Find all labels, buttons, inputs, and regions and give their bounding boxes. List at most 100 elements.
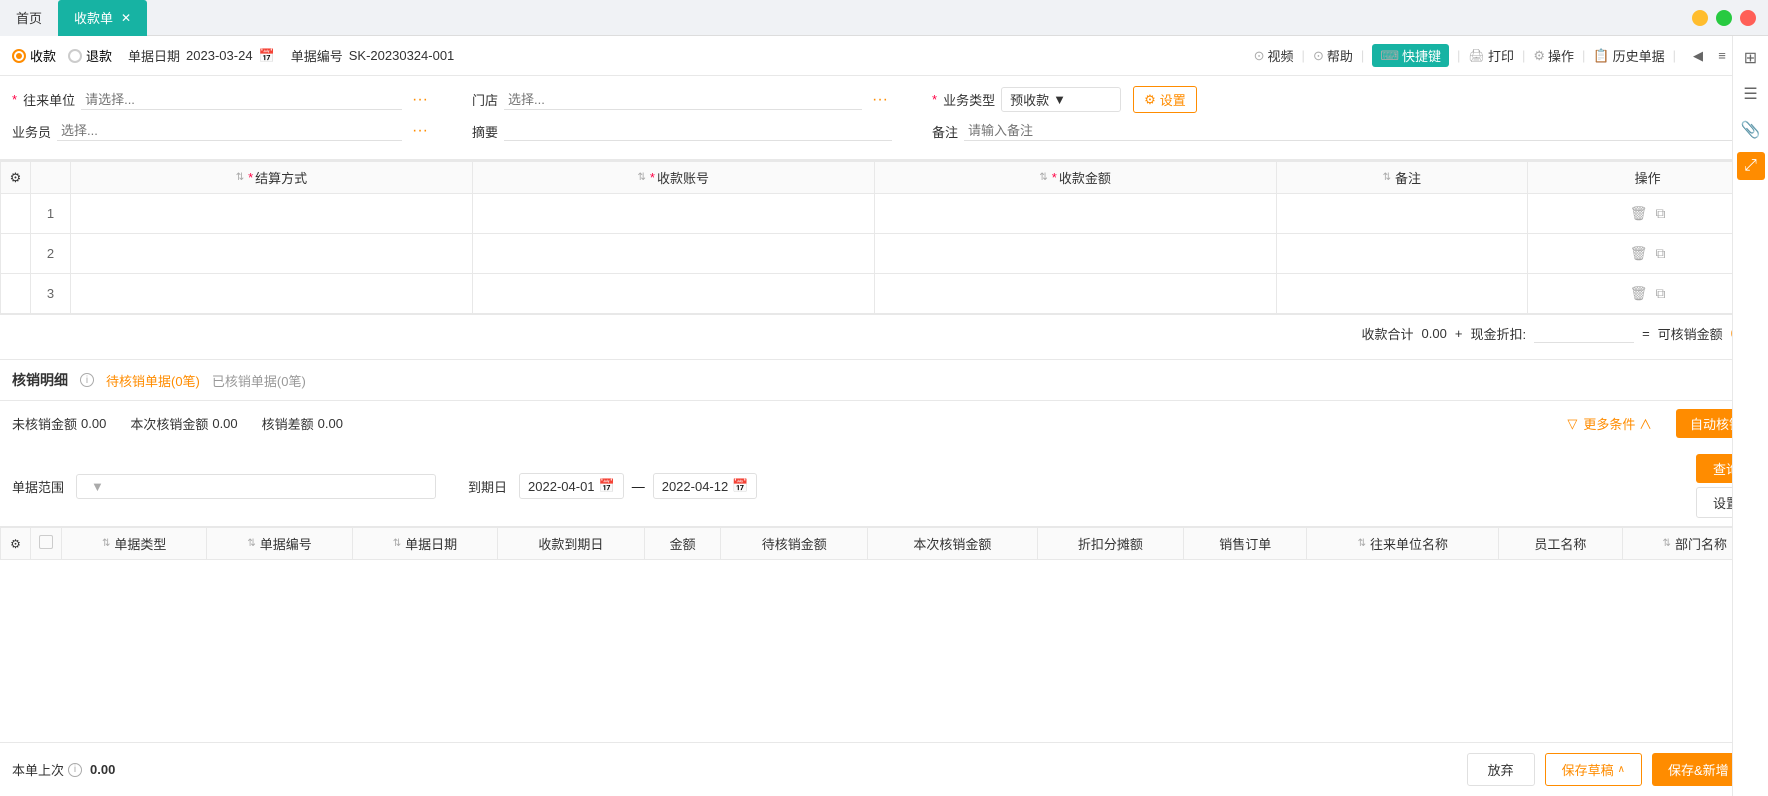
counterpart-more-button[interactable]: ··· [408, 91, 432, 109]
refund-radio[interactable]: 退款 [68, 46, 112, 65]
sidebar-expand-icon[interactable]: ⤢ [1737, 152, 1765, 180]
table-row: 2 🗑 ⧉ [1, 234, 1768, 274]
window-close-button[interactable] [1740, 10, 1756, 26]
calendar-icon[interactable]: 📅 [259, 48, 275, 64]
top-toolbar: 收款 退款 单据日期 2023-03-24 📅 单据编号 SK-20230324… [0, 36, 1768, 76]
shortcut-link[interactable]: ⌨ 快捷键 [1372, 44, 1449, 67]
pending-tab[interactable]: 待核销单据(0笔) [106, 371, 200, 390]
date-value: 2023-03-24 [186, 48, 253, 63]
summary-row: 收款合计 0.00 + 现金折扣: = 可核销金额 0.00 [0, 314, 1768, 351]
date-field: 单据日期 2023-03-24 📅 [128, 46, 275, 65]
business-type-select[interactable]: 预收款 ▼ [1001, 87, 1121, 112]
sidebar-list-icon[interactable]: ☰ [1737, 80, 1765, 108]
calendar-icon: 📅 [732, 478, 748, 494]
store-more-button[interactable]: ··· [868, 91, 892, 109]
history-link[interactable]: 📋 历史单据 [1593, 46, 1664, 65]
counterpart-field: * 往来单位 ··· [12, 90, 432, 110]
abandon-button[interactable]: 放弃 [1467, 753, 1535, 786]
remark-input[interactable] [964, 121, 1756, 141]
verification-section: 核销明细 i 待核销单据(0笔) 已核销单据(0笔) 未核销金额 0.00 本次… [0, 359, 1768, 560]
select-all-checkbox[interactable] [39, 535, 53, 549]
main-area: 收款 退款 单据日期 2023-03-24 📅 单据编号 SK-20230324… [0, 36, 1768, 796]
store-input[interactable] [504, 90, 862, 110]
col-num [31, 162, 71, 194]
done-tab[interactable]: 已核销单据(0笔) [212, 371, 306, 390]
select-all-cell[interactable] [31, 528, 62, 560]
discount-label: 现金折扣: [1470, 324, 1526, 343]
video-link[interactable]: ⊙ 视频 [1254, 46, 1294, 65]
diff-stat: 核销差额 0.00 [262, 414, 343, 433]
sidebar-table-icon[interactable]: ⊞ [1737, 44, 1765, 72]
tab-home[interactable]: 首页 [0, 0, 58, 36]
date-to-field[interactable]: 2022-04-12 📅 [653, 473, 758, 499]
help-icon: ⊙ [1313, 48, 1324, 64]
col-pending-amount: 待核销金额 [721, 528, 867, 560]
number-field: 单据编号 SK-20230324-001 [291, 46, 455, 65]
footer-actions: 放弃 保存草稿 ∧ 保存&新增 ∧ [1467, 753, 1756, 786]
more-conditions-button[interactable]: ▽ 更多条件 ∧ [1567, 414, 1652, 433]
col-employee: 员工名称 [1499, 528, 1622, 560]
form-row-1: * 往来单位 ··· 门店 ··· * 业务类型 预收款 ▼ [12, 86, 1756, 113]
staff-more-button[interactable]: ··· [408, 122, 432, 140]
total-label: 收款合计 [1362, 324, 1414, 343]
shortcut-icon: ⌨ [1380, 48, 1399, 64]
section-title: 核销明细 [12, 370, 68, 390]
layout-list-icon[interactable]: ≡ [1712, 46, 1732, 66]
verification-header: 核销明细 i 待核销单据(0笔) 已核销单据(0笔) [0, 360, 1768, 401]
copy-icon[interactable]: ⧉ [1655, 285, 1665, 302]
staff-field: 业务员 ··· [12, 121, 432, 141]
form-area: * 往来单位 ··· 门店 ··· * 业务类型 预收款 ▼ [0, 76, 1768, 160]
copy-icon[interactable]: ⧉ [1655, 245, 1665, 262]
receipt-refund-radio: 收款 退款 [12, 46, 112, 65]
delete-icon[interactable]: 🗑 [1630, 245, 1648, 262]
filter-row: 单据范围 ▼ 到期日 2022-04-01 📅 — 2022-04-12 📅 查… [0, 446, 1768, 527]
receipt-radio[interactable]: 收款 [12, 46, 56, 65]
operations-icon: ⚙ [1533, 48, 1545, 64]
unchecked-stat: 未核销金额 0.00 [12, 414, 106, 433]
tab-close-icon[interactable]: ✕ [121, 11, 131, 25]
refund-radio-circle [68, 49, 82, 63]
sidebar-attachment-icon[interactable]: 📎 [1737, 116, 1765, 144]
col-remark: ⇅ 备注 [1276, 162, 1528, 194]
store-field: 门店 ··· [472, 90, 892, 110]
print-link[interactable]: 🖨 打印 [1468, 46, 1514, 65]
staff-input[interactable] [57, 121, 402, 141]
gear-icon: ⚙ [1144, 92, 1156, 108]
bottom-table-settings-icon[interactable]: ⚙ [1, 528, 31, 560]
total-value: 0.00 [1422, 326, 1447, 341]
filter-icon: ▽ [1567, 416, 1577, 432]
delete-icon[interactable]: 🗑 [1630, 285, 1648, 302]
counterpart-input[interactable] [81, 90, 402, 110]
table-settings-icon[interactable]: ⚙ [1, 162, 31, 194]
table-row: 3 🗑 ⧉ [1, 274, 1768, 314]
copy-icon[interactable]: ⧉ [1655, 205, 1665, 222]
video-icon: ⊙ [1254, 48, 1265, 64]
order-label: 本单上次 i 0.00 [12, 760, 115, 779]
help-link[interactable]: ⊙ 帮助 [1313, 46, 1353, 65]
bottom-table-area: ⚙ ⇅ 单据类型 ⇅ [0, 527, 1768, 560]
col-counterpart: ⇅ 往来单位名称 [1307, 528, 1499, 560]
verification-table: ⚙ ⇅ 单据类型 ⇅ [0, 527, 1768, 560]
tab-bar: 首页 收款单 ✕ [0, 0, 1768, 36]
footer-info-icon[interactable]: i [68, 763, 82, 777]
settings-button[interactable]: ⚙ 设置 [1133, 86, 1197, 113]
tab-receipt[interactable]: 收款单 ✕ [58, 0, 147, 36]
save-draft-button[interactable]: 保存草稿 ∧ [1545, 753, 1642, 786]
delete-icon[interactable]: 🗑 [1630, 205, 1648, 222]
business-type-field: * 业务类型 预收款 ▼ [932, 87, 1121, 112]
net-label: 可核销金额 [1658, 324, 1723, 343]
summary-input[interactable] [504, 121, 892, 141]
operations-link[interactable]: ⚙ 操作 [1533, 46, 1574, 65]
info-icon[interactable]: i [80, 373, 94, 387]
range-select[interactable]: ▼ [76, 474, 436, 499]
col-due-date: 收款到期日 [498, 528, 644, 560]
discount-input[interactable] [1534, 323, 1634, 343]
layout-prev-icon[interactable]: ◀ [1688, 46, 1708, 66]
window-minimize-button[interactable] [1692, 10, 1708, 26]
receipt-radio-circle [12, 49, 26, 63]
window-maximize-button[interactable] [1716, 10, 1732, 26]
date-range: 2022-04-01 📅 — 2022-04-12 📅 [519, 473, 757, 499]
current-stat: 本次核销金额 0.00 [130, 414, 237, 433]
col-account: ⇅ * 收款账号 [472, 162, 874, 194]
date-from-field[interactable]: 2022-04-01 📅 [519, 473, 624, 499]
